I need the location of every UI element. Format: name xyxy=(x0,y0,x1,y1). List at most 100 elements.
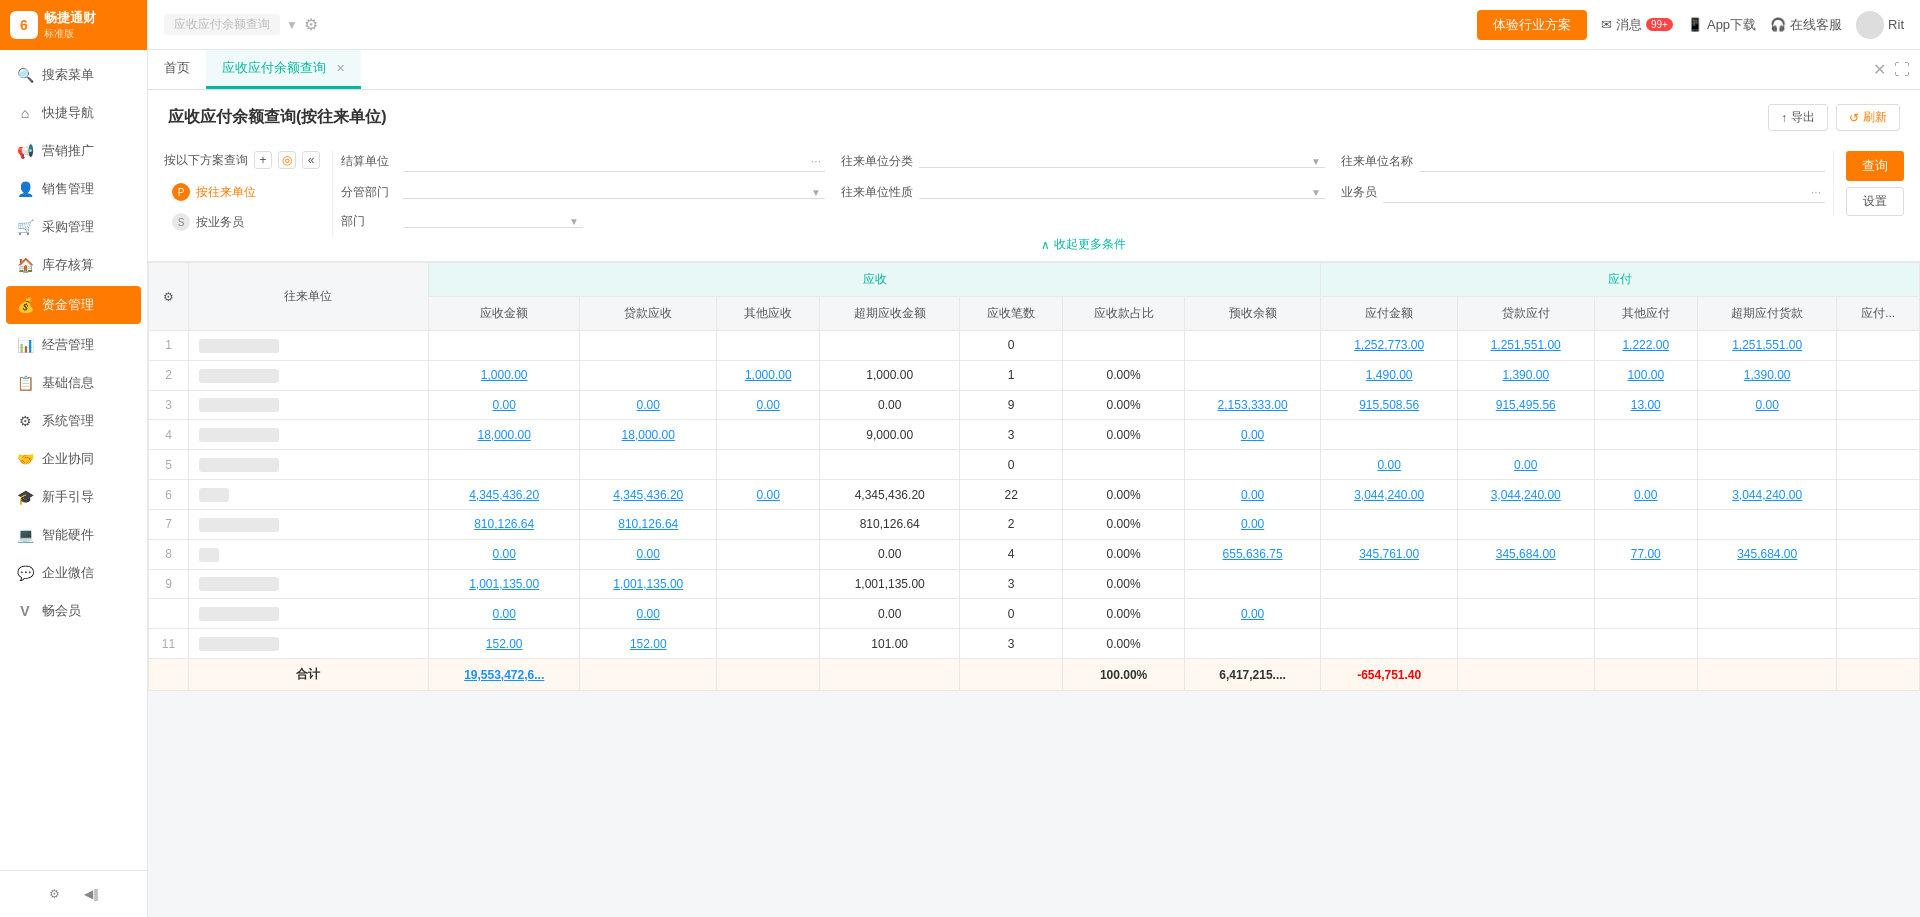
salesman-dots[interactable]: ··· xyxy=(1807,185,1825,199)
cell-link[interactable]: 655,636.75 xyxy=(1223,547,1283,561)
cell-link[interactable]: 0.00 xyxy=(1241,488,1264,502)
cell-link[interactable]: 77.00 xyxy=(1631,547,1661,561)
partner-name-input[interactable] xyxy=(1419,151,1825,171)
sidebar-item-quick-nav[interactable]: ⌂ 快捷导航 xyxy=(0,94,147,132)
export-button[interactable]: ↑ 导出 xyxy=(1768,104,1828,131)
settlement-input[interactable] xyxy=(403,151,807,171)
tab-close-icon[interactable]: ✕ xyxy=(336,62,345,75)
cell-link[interactable]: 810,126.64 xyxy=(618,517,678,531)
partner-nature-value[interactable] xyxy=(919,189,1307,195)
sidebar-item-member[interactable]: V 畅会员 xyxy=(0,592,147,630)
cell-link[interactable]: 0.00 xyxy=(1241,517,1264,531)
sidebar-item-basic[interactable]: 📋 基础信息 xyxy=(0,364,147,402)
sidebar-item-inventory[interactable]: 🏠 库存核算 xyxy=(0,246,147,284)
cell-link[interactable]: 2,153,333.00 xyxy=(1218,398,1288,412)
sidebar-item-guide[interactable]: 🎓 新手引导 xyxy=(0,478,147,516)
solution-button[interactable]: 体验行业方案 xyxy=(1477,10,1587,40)
partner-category-value[interactable] xyxy=(919,158,1307,164)
partner-category-wrap[interactable]: ▼ xyxy=(919,156,1325,168)
cell-link[interactable]: 3,044,240.00 xyxy=(1491,488,1561,502)
cell-link[interactable]: 345,684.00 xyxy=(1496,547,1556,561)
settlement-dots[interactable]: ··· xyxy=(807,154,825,168)
cell-link[interactable]: 13.00 xyxy=(1631,398,1661,412)
cell-link[interactable]: 1,490.00 xyxy=(1366,368,1413,382)
cell-link[interactable]: 3,044,240.00 xyxy=(1732,488,1802,502)
cell-link[interactable]: 18,000.00 xyxy=(622,428,675,442)
tab-query[interactable]: 应收应付余额查询 ✕ xyxy=(206,50,361,89)
app-download-btn[interactable]: 📱 App下载 xyxy=(1687,16,1756,34)
cell-link[interactable]: 345,761.00 xyxy=(1359,547,1419,561)
user-area[interactable]: Rit xyxy=(1856,11,1904,39)
cell-link[interactable]: 0.00 xyxy=(1634,488,1657,502)
cell-link[interactable]: 0.00 xyxy=(1377,458,1400,472)
cell-link[interactable]: 18,000.00 xyxy=(477,428,530,442)
dept-wrap[interactable]: ▼ xyxy=(403,216,583,228)
partner-nature-wrap[interactable]: ▼ xyxy=(919,187,1325,199)
scheme-edit-btn[interactable]: ◎ xyxy=(278,151,296,169)
sidebar-settings-btn[interactable]: ⚙ xyxy=(39,881,70,907)
cell-link[interactable]: 915,495.56 xyxy=(1496,398,1556,412)
cell-link[interactable]: 0.00 xyxy=(757,398,780,412)
sidebar-item-system[interactable]: ⚙ 系统管理 xyxy=(0,402,147,440)
scheme-add-btn[interactable]: + xyxy=(254,151,272,169)
settings-button[interactable]: 设置 xyxy=(1846,187,1904,216)
cell-link[interactable]: 0.00 xyxy=(637,398,660,412)
sidebar-item-wechat[interactable]: 💬 企业微信 xyxy=(0,554,147,592)
cell-link[interactable]: 0.00 xyxy=(637,607,660,621)
cell-link[interactable]: 0.00 xyxy=(1241,607,1264,621)
cell-link[interactable]: 0.00 xyxy=(1514,458,1537,472)
message-btn[interactable]: ✉ 消息 99+ xyxy=(1601,16,1673,34)
sidebar-item-search-menu[interactable]: 🔍 搜索菜单 xyxy=(0,56,147,94)
cell-link[interactable]: 0.00 xyxy=(493,607,516,621)
cell-link[interactable]: 1,390.00 xyxy=(1744,368,1791,382)
cell-link[interactable]: 1,251,551.00 xyxy=(1732,338,1802,352)
cell-link[interactable]: 1,001,135.00 xyxy=(613,577,683,591)
dept-manager-wrap[interactable]: ▼ xyxy=(403,187,825,199)
cell-link[interactable]: 100.00 xyxy=(1627,368,1664,382)
sidebar-item-hardware[interactable]: 💻 智能硬件 xyxy=(0,516,147,554)
cell-link[interactable]: 1,390.00 xyxy=(1502,368,1549,382)
table-settings-icon[interactable]: ⚙ xyxy=(163,290,174,304)
cell-link[interactable]: 1,000.00 xyxy=(481,368,528,382)
cell-link[interactable]: 152.00 xyxy=(630,637,667,651)
scheme-by-salesman[interactable]: S 按业务员 xyxy=(164,207,320,237)
sidebar-item-marketing[interactable]: 📢 营销推广 xyxy=(0,132,147,170)
cell-link[interactable]: 1,252,773.00 xyxy=(1354,338,1424,352)
dept-value[interactable] xyxy=(403,218,565,224)
dept-manager-value[interactable] xyxy=(403,189,807,195)
cell-link[interactable]: 4,345,436.20 xyxy=(469,488,539,502)
sidebar-collapse-btn[interactable]: ◀‖ xyxy=(74,881,109,907)
sidebar-item-capital[interactable]: 💰 资金管理 xyxy=(6,286,141,324)
cell-link[interactable]: 915,508.56 xyxy=(1359,398,1419,412)
sidebar-item-cooperation[interactable]: 🤝 企业协同 xyxy=(0,440,147,478)
cell-link[interactable]: 0.00 xyxy=(757,488,780,502)
online-service-btn[interactable]: 🎧 在线客服 xyxy=(1770,16,1842,34)
refresh-button[interactable]: ↺ 刷新 xyxy=(1836,104,1900,131)
cell-link[interactable]: 345,684.00 xyxy=(1737,547,1797,561)
tab-close-window-icon[interactable]: ✕ xyxy=(1873,60,1886,79)
cell-link[interactable]: 1,222.00 xyxy=(1622,338,1669,352)
scheme-by-partner[interactable]: P 按往来单位 xyxy=(164,177,320,207)
cell-link[interactable]: 1,251,551.00 xyxy=(1491,338,1561,352)
cell-link[interactable]: 152.00 xyxy=(486,637,523,651)
cell-link[interactable]: 0.00 xyxy=(1241,428,1264,442)
cell-link[interactable]: 0.00 xyxy=(637,547,660,561)
tab-home[interactable]: 首页 xyxy=(148,50,206,89)
collapse-btn[interactable]: ∧ 收起更多条件 xyxy=(1041,236,1126,253)
th-settings[interactable]: ⚙ xyxy=(149,263,189,331)
cell-link[interactable]: 0.00 xyxy=(1756,398,1779,412)
cell-link[interactable]: 4,345,436.20 xyxy=(613,488,683,502)
cell-link[interactable]: 810,126.64 xyxy=(474,517,534,531)
cell-link[interactable]: 0.00 xyxy=(493,547,516,561)
settings-icon[interactable]: ⚙ xyxy=(304,15,318,34)
cell-link[interactable]: 0.00 xyxy=(493,398,516,412)
query-button[interactable]: 查询 xyxy=(1846,151,1904,181)
cell-link[interactable]: 3,044,240.00 xyxy=(1354,488,1424,502)
sidebar-item-operation[interactable]: 📊 经营管理 xyxy=(0,326,147,364)
cell-link[interactable]: 1,000.00 xyxy=(745,368,792,382)
sidebar-item-purchase[interactable]: 🛒 采购管理 xyxy=(0,208,147,246)
sidebar-item-sales[interactable]: 👤 销售管理 xyxy=(0,170,147,208)
cell-link[interactable]: 1,001,135.00 xyxy=(469,577,539,591)
tab-expand-icon[interactable]: ⛶ xyxy=(1894,61,1910,79)
salesman-input[interactable] xyxy=(1383,182,1807,202)
